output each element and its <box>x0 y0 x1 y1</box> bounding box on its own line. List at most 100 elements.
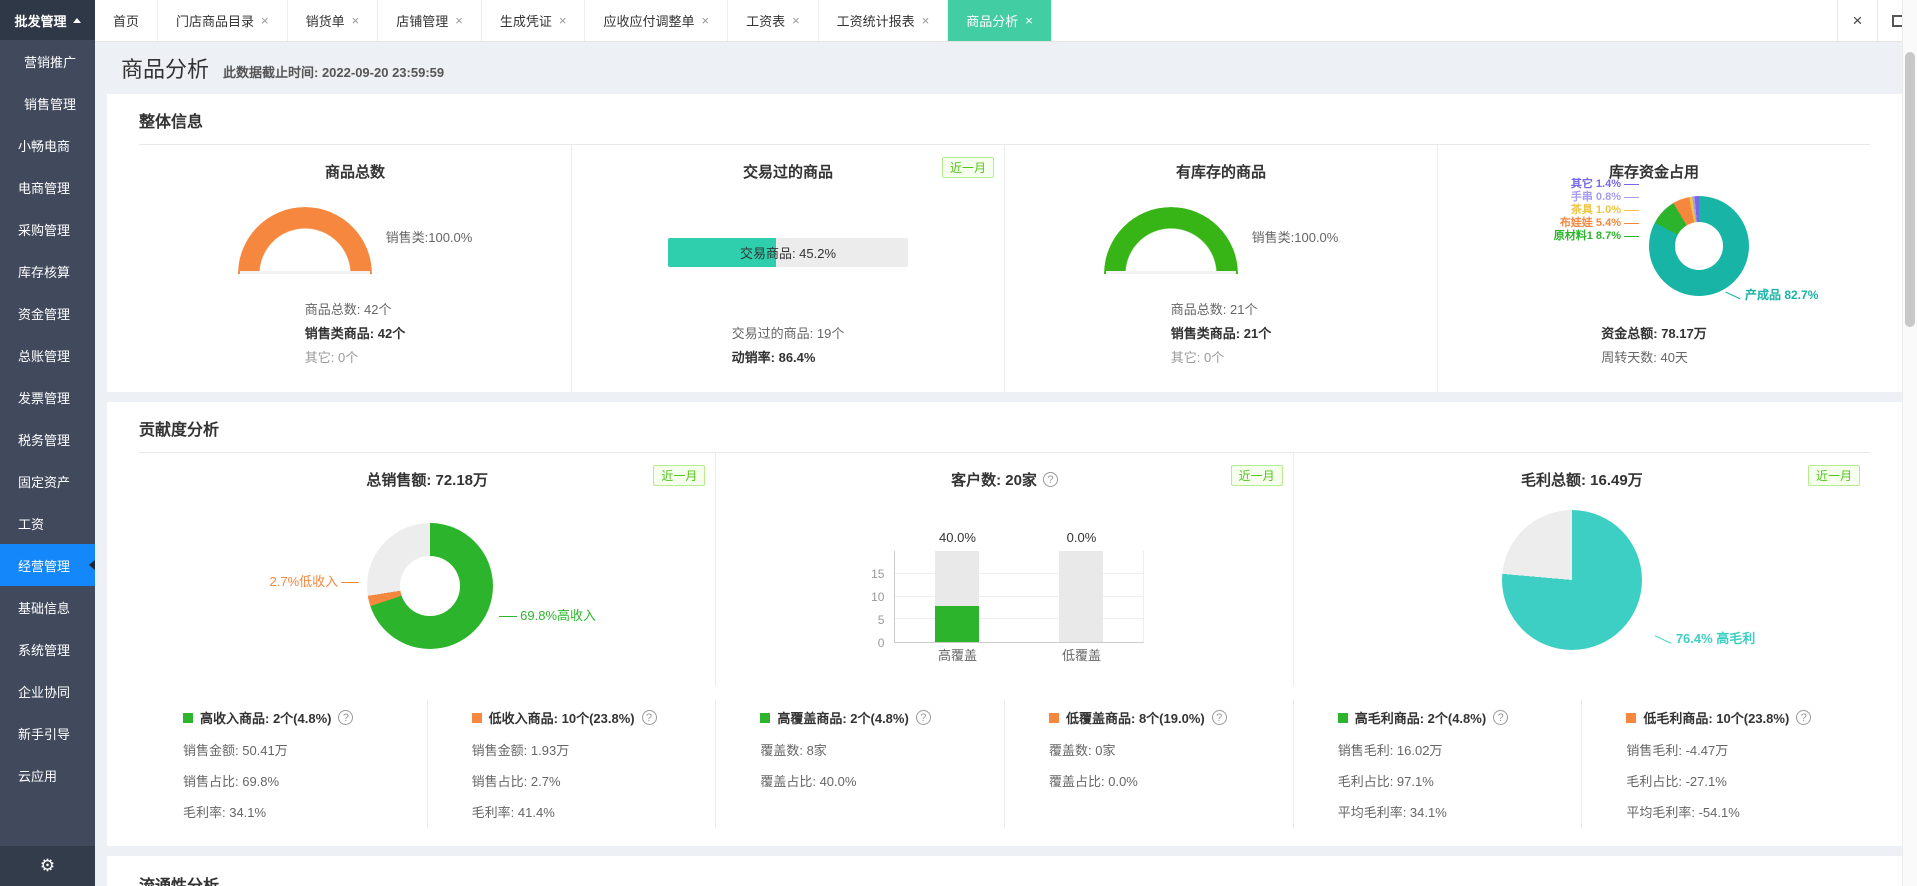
tab-close-icon[interactable]: × <box>352 13 360 28</box>
help-icon[interactable]: ? <box>1211 710 1227 725</box>
sidebar-item-inventory[interactable]: 库存核算 <box>0 250 95 292</box>
tab-close-icon[interactable]: × <box>701 13 709 28</box>
green-square-icon <box>1337 712 1348 723</box>
app-window: 批发管理 营销推广 销售管理 小畅电商 电商管理 采购管理 库存核算 资金管理 … <box>0 0 1917 886</box>
overview-panels: 商品总数 销售类:100.0% 商品总数: 42个 销售类商品: 42个 其它:… <box>139 145 1870 392</box>
tab-ap-ar-adjust[interactable]: 应收应付调整单 × <box>585 0 729 41</box>
panel-title: 商品总数 <box>324 164 385 181</box>
finished-goods-callout: 产成品 82.7% <box>1725 286 1818 303</box>
inventory-capital-donut <box>1649 196 1749 296</box>
y-tick-label: 10 <box>871 590 885 604</box>
stat-row: 毛利占比: 97.1% <box>1337 774 1434 789</box>
bar-value-label: 40.0% <box>939 530 976 545</box>
tab-payroll-report[interactable]: 工资统计报表 × <box>819 0 949 41</box>
close-all-tabs-button[interactable]: × <box>1837 0 1877 41</box>
donut-slice-labels: 其它 1.4% 手串 0.8% 茶具 1.0% 布娃娃 5.4% 原材料1 8.… <box>1489 178 1639 243</box>
orange-square-icon <box>471 712 482 723</box>
panel-title: 交易过的商品 <box>742 164 833 181</box>
traded-products-stats: 交易过的商品: 19个 动销率: 86.4% <box>732 322 845 370</box>
tab-generate-voucher[interactable]: 生成凭证 × <box>482 0 586 41</box>
sidebar-item-purchase[interactable]: 采购管理 <box>0 208 95 250</box>
stat-row: 周转天数: 40天 <box>1601 350 1688 365</box>
sidebar-item-funds[interactable]: 资金管理 <box>0 292 95 334</box>
tab-close-icon[interactable]: × <box>261 13 269 28</box>
sidebar-settings-button[interactable]: ⚙ <box>0 846 95 886</box>
stat-row: 动销率: 86.4% <box>731 350 816 365</box>
sidebar-item-tax[interactable]: 税务管理 <box>0 418 95 460</box>
help-icon[interactable]: ? <box>338 710 354 725</box>
sidebar-item-system[interactable]: 系统管理 <box>0 628 95 670</box>
sidebar-item-fixed-assets[interactable]: 固定资产 <box>0 460 95 502</box>
tabbar-spacer <box>1052 0 1837 41</box>
tab-home[interactable]: 首页 <box>95 0 159 41</box>
tab-store-catalog[interactable]: 门店商品目录 × <box>158 0 288 41</box>
stat-row: 销售毛利: 16.02万 <box>1337 743 1443 758</box>
stat-row: 销售占比: 69.8% <box>183 774 280 789</box>
tab-close-icon[interactable]: × <box>792 13 800 28</box>
slice-label: 其它 1.4% <box>1489 178 1639 191</box>
sidebar-item-cloud-apps[interactable]: 云应用 <box>0 754 95 796</box>
sidebar-item-enterprise-collab[interactable]: 企业协同 <box>0 670 95 712</box>
chart-title: 总销售额: 72.18万 <box>366 472 489 489</box>
liquidity-section-title: 流通性分析 <box>139 872 1870 886</box>
orange-square-icon <box>1049 712 1060 723</box>
tab-close-icon[interactable]: × <box>922 13 930 28</box>
inventory-capital-donut-chart: 其它 1.4% 手串 0.8% 茶具 1.0% 布娃娃 5.4% 原材料1 8.… <box>1448 178 1860 322</box>
stat-col-high-income: 高收入商品: 2个(4.8%) ? 销售金额: 50.41万 销售占比: 69.… <box>139 700 427 828</box>
panel-title: 有库存的商品 <box>1175 164 1266 181</box>
page-title: 商品分析 <box>121 57 210 82</box>
high-profit-callout: 76.4% 高毛利 <box>1654 628 1755 647</box>
tab-bar: 首页 门店商品目录 × 销货单 × 店铺管理 × 生成凭证 × 应收应付调整单 … <box>95 0 1917 42</box>
tab-close-icon[interactable]: × <box>1025 13 1033 28</box>
tab-sales-order[interactable]: 销货单 × <box>288 0 379 41</box>
tab-close-icon[interactable]: × <box>559 13 567 28</box>
sidebar-header-wholesale[interactable]: 批发管理 <box>0 0 95 40</box>
help-icon[interactable]: ? <box>1796 710 1812 725</box>
slice-label: 手串 0.8% <box>1489 191 1639 204</box>
sidebar-item-basic-info[interactable]: 基础信息 <box>0 586 95 628</box>
low-income-label: 2.7%低收入 <box>270 571 360 590</box>
chart-customers: 客户数: 20家 ? 近一月 0 5 10 15 40.0% 高覆盖 0.0% 低覆盖 <box>715 453 1292 686</box>
overview-section-title: 整体信息 <box>139 108 1870 145</box>
help-icon[interactable]: ? <box>641 710 657 725</box>
bar-高覆盖: 40.0% 高覆盖 <box>935 530 980 663</box>
chart-total-sales: 总销售额: 72.18万 近一月 2.7%低收入 69.8%高收入 <box>139 453 715 686</box>
coverage-bar-chart: 0 5 10 15 40.0% 高覆盖 0.0% 低覆盖 <box>864 527 1145 663</box>
recent-month-badge: 近一月 <box>941 157 994 178</box>
orange-square-icon <box>1626 712 1637 723</box>
total-sales-donut <box>367 523 494 649</box>
bar-value-label: 0.0% <box>1066 530 1097 545</box>
tab-close-icon[interactable]: × <box>455 13 463 28</box>
tab-label: 销货单 <box>305 14 345 29</box>
tab-shop-mgmt[interactable]: 店铺管理 × <box>378 0 482 41</box>
sidebar-item-business-mgmt[interactable]: 经营管理 <box>0 544 95 586</box>
tab-label: 商品分析 <box>966 14 1019 29</box>
help-icon[interactable]: ? <box>1493 710 1509 725</box>
sidebar-item-marketing[interactable]: 营销推广 <box>0 40 95 82</box>
stat-row: 覆盖占比: 0.0% <box>1049 774 1138 789</box>
tab-product-analysis[interactable]: 商品分析 × <box>948 0 1052 41</box>
tab-payroll-sheet[interactable]: 工资表 × <box>728 0 819 41</box>
sidebar-item-ledger[interactable]: 总账管理 <box>0 334 95 376</box>
green-square-icon <box>183 712 193 723</box>
page-header: 商品分析 此数据截止时间: 2022-09-20 23:59:59 <box>95 42 1917 94</box>
help-icon[interactable]: ? <box>1042 472 1058 487</box>
bar-低覆盖: 0.0% 低覆盖 <box>1059 530 1104 663</box>
sidebar-item-ecom-mgmt[interactable]: 电商管理 <box>0 166 95 208</box>
sidebar-item-newbie-guide[interactable]: 新手引导 <box>0 712 95 754</box>
stat-col-high-coverage: 高覆盖商品: 2个(4.8%) ? 覆盖数: 8家 覆盖占比: 40.0% <box>715 700 1004 828</box>
sidebar-nav: 营销推广 销售管理 小畅电商 电商管理 采购管理 库存核算 资金管理 总账管理 … <box>0 40 95 796</box>
contribution-charts: 总销售额: 72.18万 近一月 2.7%低收入 69.8%高收入 客户数: 2… <box>139 453 1870 686</box>
sidebar-item-invoice[interactable]: 发票管理 <box>0 376 95 418</box>
bar-plot-area: 40.0% 高覆盖 0.0% 低覆盖 <box>894 530 1145 663</box>
help-icon[interactable]: ? <box>915 710 931 725</box>
liquidity-card: 流通性分析 <box>107 856 1902 886</box>
progress-label: 交易商品: 45.2% <box>739 245 837 261</box>
y-tick-label: 0 <box>877 636 885 650</box>
gauge-label: 销售类:100.0% <box>1251 229 1339 245</box>
sidebar-item-payroll[interactable]: 工资 <box>0 502 95 544</box>
sidebar-item-xiaochang-ecom[interactable]: 小畅电商 <box>0 124 95 166</box>
scrollbar-thumb[interactable] <box>1905 52 1915 327</box>
y-tick-label: 5 <box>877 613 885 627</box>
sidebar-item-sales-mgmt[interactable]: 销售管理 <box>0 82 95 124</box>
